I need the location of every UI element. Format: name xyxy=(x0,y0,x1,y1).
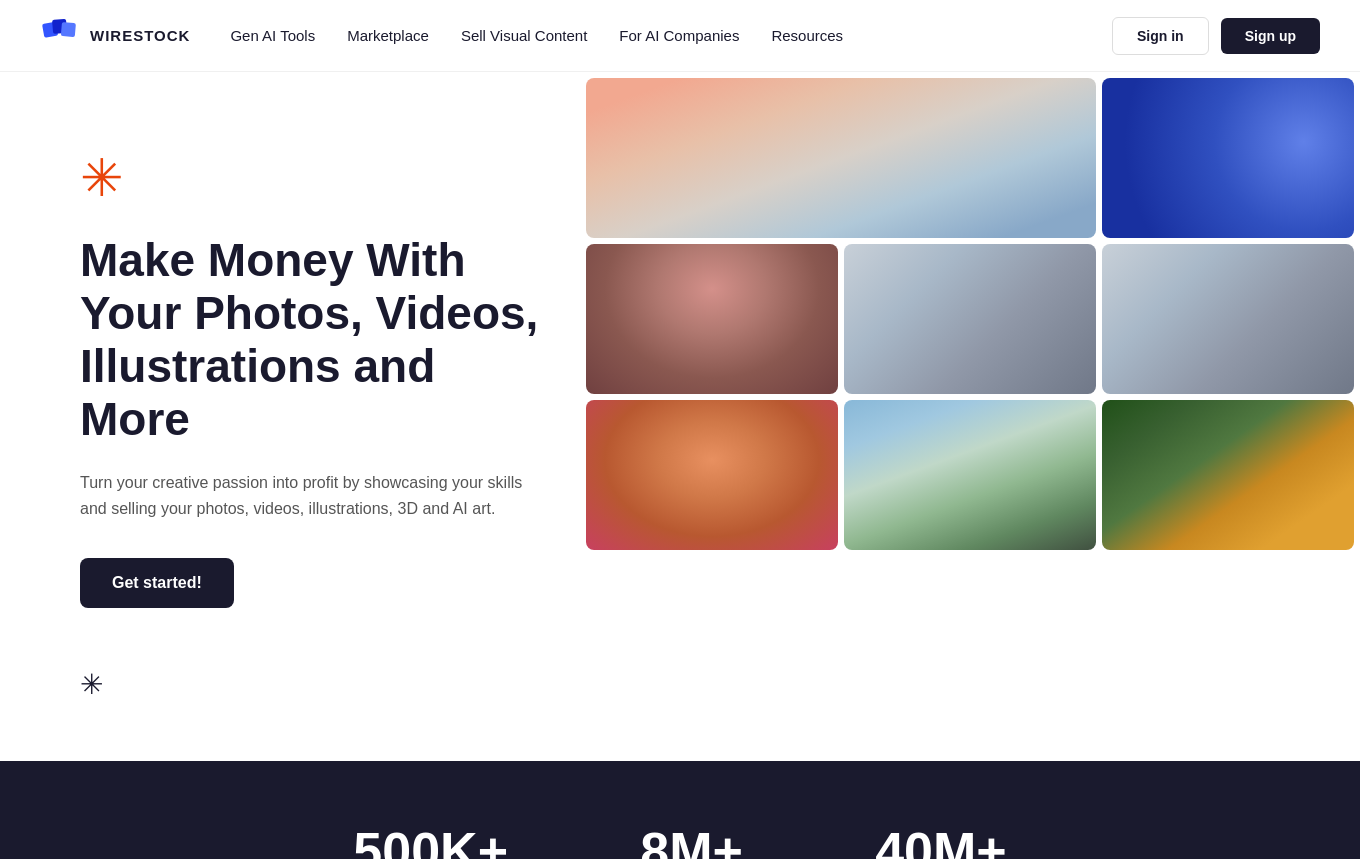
hero-image-buildings xyxy=(844,244,1096,394)
nav-link-resources[interactable]: Resources xyxy=(771,27,843,44)
logo-text: WIRESTOCK xyxy=(90,27,190,44)
hero-description: Turn your creative passion into profit b… xyxy=(80,470,540,523)
buildings2-photo xyxy=(1102,244,1354,394)
nav-link-ai[interactable]: For AI Companies xyxy=(619,27,739,44)
nav-item-resources[interactable]: Resources xyxy=(771,27,843,45)
stat-content-library: 40M+ Content Library xyxy=(875,821,1007,859)
logo-icon xyxy=(40,16,80,56)
logo-link[interactable]: WIRESTOCK xyxy=(40,16,190,56)
nav-link-marketplace[interactable]: Marketplace xyxy=(347,27,429,44)
stat-number-downloads: 8M+ xyxy=(628,821,755,859)
navbar: WIRESTOCK Gen AI Tools Marketplace Sell … xyxy=(0,0,1360,72)
portrait-photo xyxy=(586,244,838,394)
svg-rect-2 xyxy=(61,22,76,37)
decorative-star-icon: ✳ xyxy=(80,152,540,204)
hero-section: ✳ Make Money With Your Photos, Videos, I… xyxy=(0,72,1360,761)
hero-image-portrait xyxy=(586,244,838,394)
stat-number-library: 40M+ xyxy=(875,821,1007,859)
stats-section: 500K+ Creator base 8M+ Paid downloads 40… xyxy=(0,761,1360,859)
hero-image-stairs xyxy=(586,78,1096,238)
hero-image-cat xyxy=(586,400,838,550)
nav-links: Gen AI Tools Marketplace Sell Visual Con… xyxy=(230,27,843,45)
navbar-right: Sign in Sign up xyxy=(1112,17,1320,55)
stat-creator-base: 500K+ Creator base xyxy=(353,821,508,859)
hero-content: ✳ Make Money With Your Photos, Videos, I… xyxy=(0,72,580,761)
decorative-asterisk-icon: ✳ xyxy=(80,668,540,701)
hero-image-grid xyxy=(580,72,1360,761)
navbar-left: WIRESTOCK Gen AI Tools Marketplace Sell … xyxy=(40,16,843,56)
buildings-photo xyxy=(844,244,1096,394)
nav-item-marketplace[interactable]: Marketplace xyxy=(347,27,429,45)
signup-button[interactable]: Sign up xyxy=(1221,18,1320,54)
stat-number-creators: 500K+ xyxy=(353,821,508,859)
nav-link-sell[interactable]: Sell Visual Content xyxy=(461,27,587,44)
get-started-button[interactable]: Get started! xyxy=(80,558,234,608)
hero-image-cyclist xyxy=(844,400,1096,550)
hero-title: Make Money With Your Photos, Videos, Ill… xyxy=(80,234,540,446)
nav-item-ai[interactable]: For AI Companies xyxy=(619,27,739,45)
blue-photo xyxy=(1102,78,1354,238)
nav-item-genai[interactable]: Gen AI Tools xyxy=(230,27,315,45)
signin-button[interactable]: Sign in xyxy=(1112,17,1209,55)
butterfly-photo xyxy=(1102,400,1354,550)
stat-paid-downloads: 8M+ Paid downloads xyxy=(628,821,755,859)
hero-image-butterfly xyxy=(1102,400,1354,550)
cyclist-photo xyxy=(844,400,1096,550)
nav-item-sell[interactable]: Sell Visual Content xyxy=(461,27,587,45)
hero-image-buildings2 xyxy=(1102,244,1354,394)
nav-link-genai[interactable]: Gen AI Tools xyxy=(230,27,315,44)
hero-image-blue xyxy=(1102,78,1354,238)
stairs-photo xyxy=(586,78,1096,238)
cat-photo xyxy=(586,400,838,550)
